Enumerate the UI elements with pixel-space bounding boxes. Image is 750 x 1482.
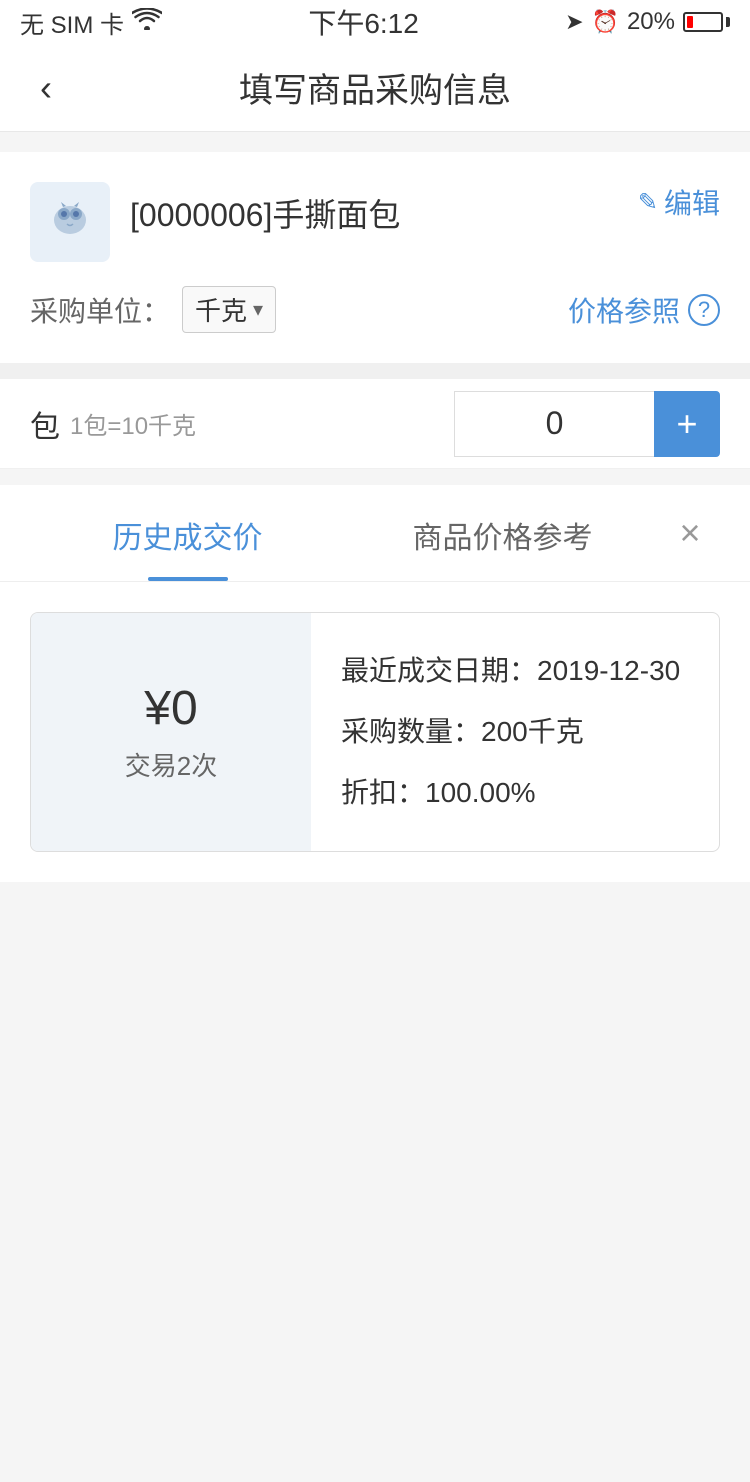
price-display: ¥0 [144, 681, 197, 736]
alarm-icon: ⏰ [592, 9, 619, 35]
purchase-unit-label: 采购单位： [30, 290, 170, 330]
status-time: 下午6:12 [308, 2, 419, 42]
recent-date: 最近成交日期：2019-12-30 [341, 649, 689, 694]
price-reference-button[interactable]: 价格参照 ? [568, 290, 720, 330]
edit-button[interactable]: ✎ 编辑 [638, 182, 720, 222]
tab-bar: 历史成交价 商品价格参考 × [0, 485, 750, 582]
card-detail-right: 最近成交日期：2019-12-30 采购数量：200千克 折扣：100.00% [311, 613, 719, 851]
tab-close-button[interactable]: × [660, 503, 720, 563]
section-divider [0, 363, 750, 379]
product-thumbnail [30, 182, 110, 262]
quantity-unit-name: 包 [30, 402, 60, 446]
quantity-input-group: + [454, 391, 720, 457]
tab-product-price-ref[interactable]: 商品价格参考 [345, 485, 660, 581]
quantity-label: 包 1包=10千克 [30, 402, 196, 446]
edit-label: 编辑 [664, 182, 720, 222]
wifi-icon [132, 8, 162, 37]
battery-icon [683, 12, 730, 32]
dropdown-arrow-icon: ▾ [253, 297, 263, 322]
card-price-left: ¥0 交易2次 [31, 613, 311, 851]
nav-bar: ‹ 填写商品采购信息 [0, 44, 750, 132]
help-icon: ? [688, 294, 720, 326]
no-sim-text: 无 SIM 卡 [20, 5, 124, 40]
quantity-equiv: 1包=10千克 [70, 406, 196, 441]
history-price-card: ¥0 交易2次 最近成交日期：2019-12-30 采购数量：200千克 折扣：… [30, 612, 720, 852]
quantity-plus-button[interactable]: + [654, 391, 720, 457]
product-left: [0000006]手撕面包 [30, 182, 400, 262]
discount: 折扣：100.00% [341, 771, 689, 816]
tab-history-price[interactable]: 历史成交价 [30, 485, 345, 581]
edit-icon: ✎ [638, 188, 658, 217]
purchase-left: 采购单位： 千克 ▾ [30, 286, 276, 333]
quantity-input[interactable] [454, 391, 654, 457]
price-ref-label: 价格参照 [568, 290, 680, 330]
battery-percent: 20% [627, 8, 675, 36]
page-title: 填写商品采购信息 [239, 63, 511, 112]
purchase-unit-row: 采购单位： 千克 ▾ 价格参照 ? [30, 286, 720, 333]
main-body [0, 882, 750, 1482]
product-header: [0000006]手撕面包 ✎ 编辑 [30, 182, 720, 262]
product-owl-icon [45, 192, 95, 252]
unit-value: 千克 [195, 291, 247, 328]
history-content: ¥0 交易2次 最近成交日期：2019-12-30 采购数量：200千克 折扣：… [0, 582, 750, 882]
status-bar: 无 SIM 卡 下午6:12 ➤ ⏰ 20% [0, 0, 750, 44]
product-section: [0000006]手撕面包 ✎ 编辑 采购单位： 千克 ▾ 价格参照 ? [0, 152, 750, 363]
purchase-qty: 采购数量：200千克 [341, 710, 689, 755]
trade-count: 交易2次 [125, 746, 217, 783]
unit-select-dropdown[interactable]: 千克 ▾ [182, 286, 276, 333]
location-icon: ➤ [565, 9, 583, 35]
tab-section: 历史成交价 商品价格参考 × ¥0 交易2次 最近成交日期：2019-12-30… [0, 485, 750, 882]
status-left: 无 SIM 卡 [20, 5, 162, 40]
product-name: [0000006]手撕面包 [130, 182, 400, 236]
status-right: ➤ ⏰ 20% [565, 8, 730, 36]
back-button[interactable]: ‹ [30, 57, 62, 119]
quantity-section: 包 1包=10千克 + [0, 379, 750, 469]
